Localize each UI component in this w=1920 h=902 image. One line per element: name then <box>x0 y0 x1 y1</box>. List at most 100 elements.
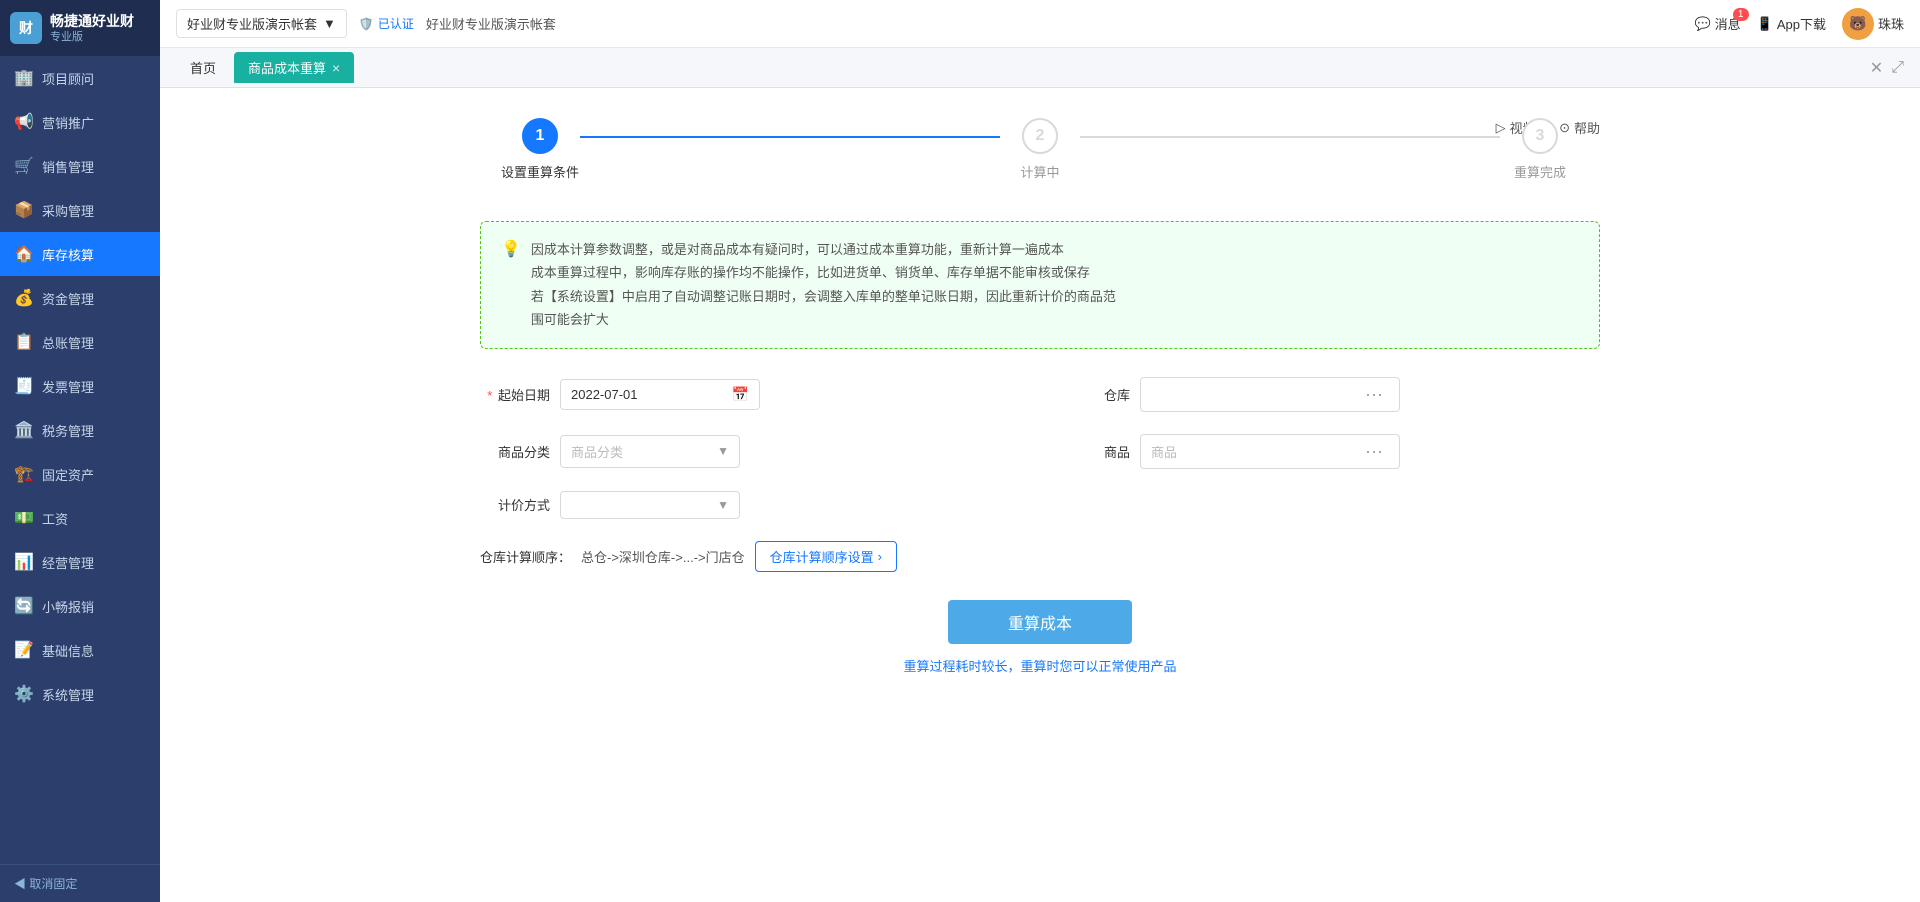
sidebar-item-ops[interactable]: 📊 经营管理 <box>0 540 160 584</box>
recalc-hint: 重算过程耗时较长，重算时您可以正常使用产品 <box>903 656 1176 675</box>
app-download-button[interactable]: 📱 App下载 <box>1757 14 1826 33</box>
unpin-sidebar-button[interactable]: ◀ 取消固定 <box>0 864 160 902</box>
pricing-select[interactable]: ▼ <box>560 491 740 519</box>
tab-recalc-label: 商品成本重算 <box>248 58 326 77</box>
sidebar-item-label: 发票管理 <box>42 377 94 396</box>
sidebar-item-label: 销售管理 <box>42 157 94 176</box>
warehouse-order-settings-button[interactable]: 仓库计算顺序设置 › <box>755 541 897 572</box>
avatar: 🐻 <box>1842 8 1874 40</box>
sidebar-item-inventory[interactable]: 🏠 库存核算 <box>0 232 160 276</box>
project-icon: 🏢 <box>14 68 34 88</box>
tab-recalc[interactable]: 商品成本重算 × <box>234 52 354 83</box>
unpin-label: ◀ 取消固定 <box>14 875 77 892</box>
steps-container: 1 设置重算条件 2 计算中 3 <box>480 118 1600 181</box>
step-1-number: 1 <box>536 127 545 145</box>
step-1-circle: 1 <box>522 118 558 154</box>
salary-icon: 💵 <box>14 508 34 528</box>
calendar-icon: 📅 <box>732 386 749 403</box>
sidebar-item-label: 采购管理 <box>42 201 94 220</box>
message-button[interactable]: 💬 消息 1 <box>1694 14 1740 33</box>
sidebar-item-label: 资金管理 <box>42 289 94 308</box>
info-box: 💡 因成本计算参数调整，或是对商品成本有疑问时，可以通过成本重算功能，重新计算一… <box>480 221 1600 349</box>
sidebar-item-label: 工资 <box>42 509 68 528</box>
warehouse-more-icon[interactable]: ··· <box>1359 384 1389 405</box>
sidebar-nav: 🏢 项目顾问 📢 营销推广 🛒 销售管理 📦 采购管理 🏠 库存核算 💰 资金管… <box>0 56 160 864</box>
product-label: 商品 <box>1060 442 1130 461</box>
product-input[interactable]: 商品 ··· <box>1140 434 1400 469</box>
form-group-category: 商品分类 商品分类 ▼ <box>480 435 1020 468</box>
sidebar: 财 畅捷通好业财 专业版 🏢 项目顾问 📢 营销推广 🛒 销售管理 📦 采购管理… <box>0 0 160 902</box>
category-label: 商品分类 <box>480 442 550 461</box>
content-area: 1 设置重算条件 2 计算中 3 <box>160 88 1920 902</box>
form-row-category-product: 商品分类 商品分类 ▼ 商品 商品 ··· <box>480 434 1600 469</box>
recalc-button[interactable]: 重算成本 <box>948 600 1132 644</box>
step-2-circle: 2 <box>1022 118 1058 154</box>
chevron-down-icon: ▼ <box>323 16 336 31</box>
start-date-input[interactable]: 2022-07-01 📅 <box>560 379 760 410</box>
sidebar-item-finance[interactable]: 💰 资金管理 <box>0 276 160 320</box>
tax-icon: 🏛️ <box>14 420 34 440</box>
sidebar-item-tax[interactable]: 🏛️ 税务管理 <box>0 408 160 452</box>
sidebar-item-base[interactable]: 📝 基础信息 <box>0 628 160 672</box>
info-line-1: 因成本计算参数调整，或是对商品成本有疑问时，可以通过成本重算功能，重新计算一遍成… <box>531 238 1116 261</box>
tab-close-icon[interactable]: × <box>332 60 340 76</box>
sidebar-item-marketing[interactable]: 📢 营销推广 <box>0 100 160 144</box>
tab-home-label: 首页 <box>190 58 216 77</box>
sidebar-item-sales[interactable]: 🛒 销售管理 <box>0 144 160 188</box>
sidebar-item-purchase[interactable]: 📦 采购管理 <box>0 188 160 232</box>
sidebar-item-salary[interactable]: 💵 工资 <box>0 496 160 540</box>
chevron-down-icon: ▼ <box>717 498 729 512</box>
category-select[interactable]: 商品分类 ▼ <box>560 435 740 468</box>
info-line-4: 围可能会扩大 <box>531 308 1116 331</box>
close-window-icon[interactable]: ✕ <box>1870 58 1883 78</box>
step-2-number: 2 <box>1036 127 1045 145</box>
expense-icon: 🔄 <box>14 596 34 616</box>
tabbar: 首页 商品成本重算 × ✕ ⤢ <box>160 48 1920 88</box>
user-avatar-area[interactable]: 🐻 珠珠 <box>1842 8 1904 40</box>
sidebar-item-system[interactable]: ⚙️ 系统管理 <box>0 672 160 716</box>
finance-icon: 💰 <box>14 288 34 308</box>
sidebar-item-project[interactable]: 🏢 项目顾问 <box>0 56 160 100</box>
inventory-icon: 🏠 <box>14 244 34 264</box>
product-more-icon[interactable]: ··· <box>1359 441 1389 462</box>
step-3-number: 3 <box>1536 127 1545 145</box>
warehouse-order-label: 仓库计算顺序： <box>480 547 571 566</box>
purchase-icon: 📦 <box>14 200 34 220</box>
sidebar-item-label: 经营管理 <box>42 553 94 572</box>
info-box-text: 因成本计算参数调整，或是对商品成本有疑问时，可以通过成本重算功能，重新计算一遍成… <box>531 238 1116 332</box>
sidebar-item-label: 系统管理 <box>42 685 94 704</box>
topbar: 好业财专业版演示帐套 ▼ 🛡️ 已认证 好业财专业版演示帐套 💬 消息 1 📱 … <box>160 0 1920 48</box>
assets-icon: 🏗️ <box>14 464 34 484</box>
step-line-1 <box>580 136 1000 138</box>
sidebar-item-invoice[interactable]: 🧾 发票管理 <box>0 364 160 408</box>
verified-label: 已认证 <box>378 15 414 32</box>
sidebar-item-label: 营销推广 <box>42 113 94 132</box>
step-3-label: 重算完成 <box>1514 162 1566 181</box>
sidebar-item-label: 总账管理 <box>42 333 94 352</box>
message-badge: 1 <box>1733 8 1749 21</box>
sidebar-item-label: 库存核算 <box>42 245 94 264</box>
start-date-label: * 起始日期 <box>480 385 550 404</box>
ledger-icon: 📋 <box>14 332 34 352</box>
form-group-pricing: 计价方式 ▼ <box>480 491 1600 519</box>
form-row-date-warehouse: * 起始日期 2022-07-01 📅 仓库 ··· <box>480 377 1600 412</box>
form-group-warehouse: 仓库 ··· <box>1060 377 1600 412</box>
step-3: 3 重算完成 <box>1500 118 1580 181</box>
form-group-product: 商品 商品 ··· <box>1060 434 1600 469</box>
info-line-2: 成本重算过程中，影响库存账的操作均不能操作，比如进货单、销货单、库存单据不能审核… <box>531 261 1116 284</box>
topbar-right: 💬 消息 1 📱 App下载 🐻 珠珠 <box>1694 8 1904 40</box>
start-date-value: 2022-07-01 <box>571 387 724 402</box>
sidebar-item-ledger[interactable]: 📋 总账管理 <box>0 320 160 364</box>
warehouse-order-settings-label: 仓库计算顺序设置 <box>770 547 874 566</box>
tab-home[interactable]: 首页 <box>176 52 230 83</box>
base-icon: 📝 <box>14 640 34 660</box>
step-2-label: 计算中 <box>1020 162 1059 181</box>
account-selector[interactable]: 好业财专业版演示帐套 ▼ <box>176 9 347 38</box>
sidebar-item-expense[interactable]: 🔄 小畅报销 <box>0 584 160 628</box>
ops-icon: 📊 <box>14 552 34 572</box>
message-icon: 💬 <box>1694 16 1710 32</box>
sidebar-item-assets[interactable]: 🏗️ 固定资产 <box>0 452 160 496</box>
app-logo-icon: 财 <box>10 12 42 44</box>
warehouse-input[interactable]: ··· <box>1140 377 1400 412</box>
expand-window-icon[interactable]: ⤢ <box>1891 59 1904 77</box>
